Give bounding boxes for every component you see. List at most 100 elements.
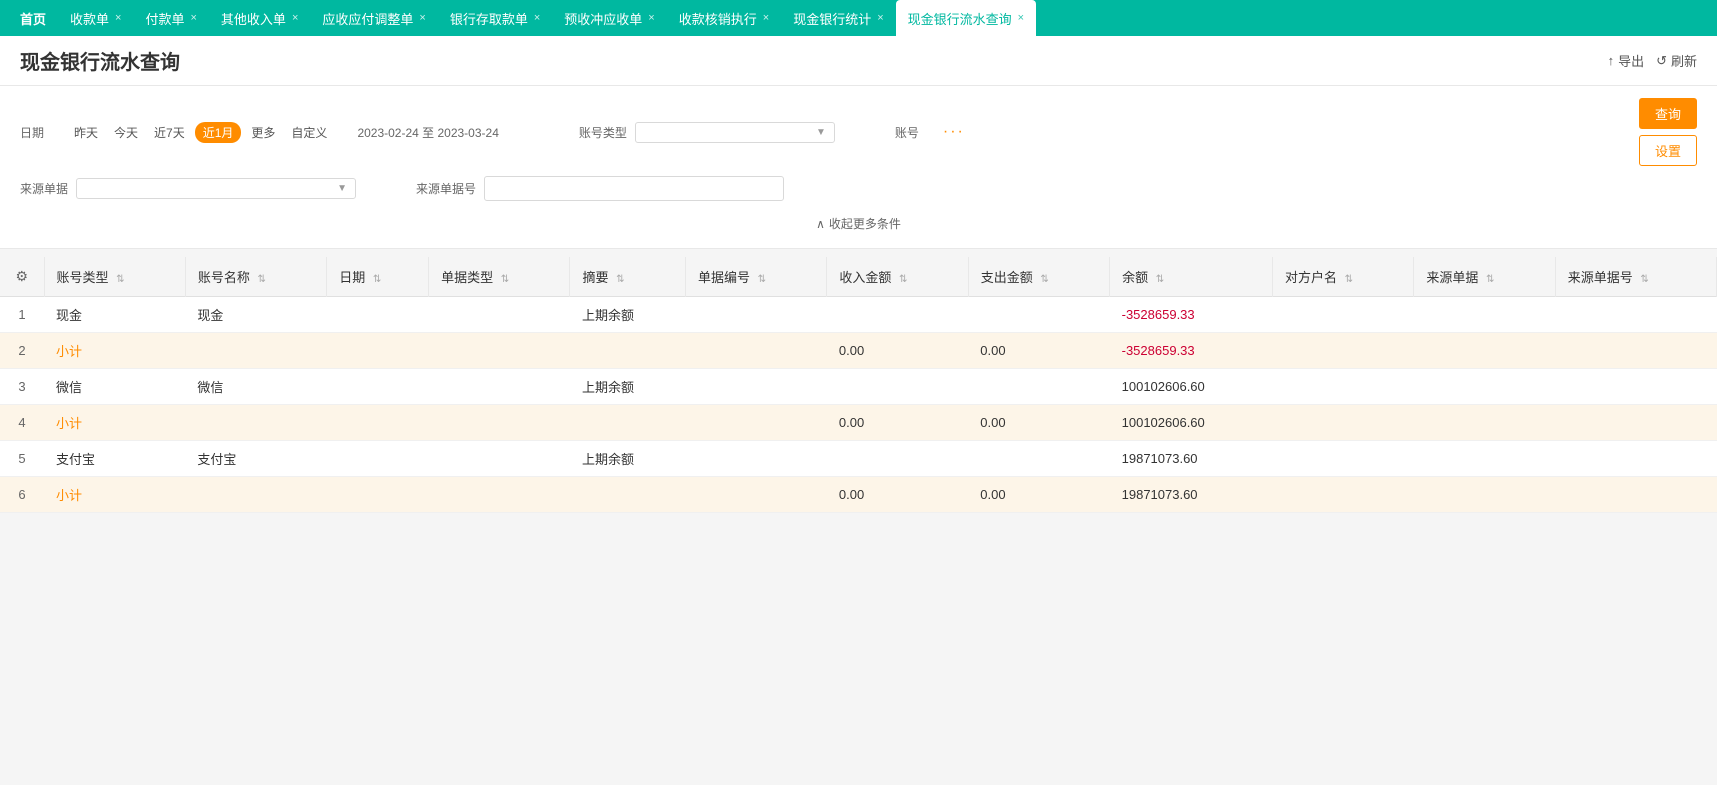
filter-row-1: 日期 昨天 今天 近7天 近1月 更多 自定义 2023-02-24 至 202… xyxy=(20,98,1697,166)
sort-source-doc-no-icon: ⇅ xyxy=(1640,274,1648,285)
page-header: 现金银行流水查询 ↑ 导出 ↺ 刷新 xyxy=(0,36,1717,86)
source-doc-select[interactable]: ▼ xyxy=(76,178,356,199)
cell-index: 4 xyxy=(0,405,44,441)
th-source-doc-no[interactable]: 来源单据号 ⇅ xyxy=(1555,257,1716,297)
account-type-filter: 账号类型 ▼ xyxy=(579,122,835,143)
close-cash-flow-icon[interactable]: × xyxy=(1018,12,1024,24)
refresh-button[interactable]: ↺ 刷新 xyxy=(1656,51,1697,70)
nav-item-writeoff[interactable]: 收款核销执行 × xyxy=(667,0,781,36)
cell-date xyxy=(327,441,429,477)
cell-counterparty xyxy=(1272,477,1413,513)
cell-account_type: 支付宝 xyxy=(44,441,185,477)
date-btn-7days[interactable]: 近7天 xyxy=(148,122,191,143)
th-balance[interactable]: 余额 ⇅ xyxy=(1110,257,1273,297)
th-account-type[interactable]: 账号类型 ⇅ xyxy=(44,257,185,297)
table-row: 6小计0.000.0019871073.60 xyxy=(0,477,1717,513)
th-doc-no[interactable]: 单据编号 ⇅ xyxy=(686,257,827,297)
cell-counterparty xyxy=(1272,297,1413,333)
nav-item-ar-ap-adjust[interactable]: 应收应付调整单 × xyxy=(310,0,437,36)
cell-income xyxy=(827,441,968,477)
date-btn-custom[interactable]: 自定义 xyxy=(285,122,333,143)
source-doc-no-label: 来源单据号 xyxy=(416,180,476,197)
th-expense[interactable]: 支出金额 ⇅ xyxy=(968,257,1109,297)
close-ar-ap-icon[interactable]: × xyxy=(419,12,425,24)
table-body: 1现金现金上期余额-3528659.332小计0.000.00-3528659.… xyxy=(0,297,1717,513)
collapse-label: 收起更多条件 xyxy=(829,215,901,232)
th-account-name[interactable]: 账号名称 ⇅ xyxy=(185,257,326,297)
table-row: 3微信微信上期余额100102606.60 xyxy=(0,369,1717,405)
close-writeoff-icon[interactable]: × xyxy=(763,12,769,24)
date-btn-yesterday[interactable]: 昨天 xyxy=(68,122,104,143)
date-btn-more[interactable]: 更多 xyxy=(245,122,281,143)
account-filter: 账号 ··· xyxy=(895,123,965,141)
cell-summary xyxy=(570,333,686,369)
cell-date xyxy=(327,477,429,513)
query-button[interactable]: 查询 xyxy=(1639,98,1697,129)
cell-expense xyxy=(968,297,1109,333)
nav-item-bank-deposit[interactable]: 银行存取款单 × xyxy=(438,0,552,36)
date-range-display: 2023-02-24 至 2023-03-24 xyxy=(353,124,498,141)
cell-income: 0.00 xyxy=(827,477,968,513)
cell-income: 0.00 xyxy=(827,405,968,441)
export-button[interactable]: ↑ 导出 xyxy=(1608,51,1645,70)
nav-item-payment[interactable]: 付款单 × xyxy=(133,0,208,36)
cell-expense: 0.00 xyxy=(968,405,1109,441)
collapse-bar[interactable]: ∧ 收起更多条件 xyxy=(20,211,1697,236)
sort-counterparty-icon: ⇅ xyxy=(1345,274,1353,285)
nav-item-receipt[interactable]: 收款单 × xyxy=(58,0,133,36)
close-other-income-icon[interactable]: × xyxy=(292,12,298,24)
cell-expense xyxy=(968,441,1109,477)
action-buttons: 查询 设置 xyxy=(1639,98,1697,166)
cell-income: 0.00 xyxy=(827,333,968,369)
cell-doc_no xyxy=(686,297,827,333)
th-income[interactable]: 收入金额 ⇅ xyxy=(827,257,968,297)
sort-account-name-icon: ⇅ xyxy=(258,274,266,285)
close-cash-stats-icon[interactable]: × xyxy=(877,12,883,24)
cell-source_doc_no xyxy=(1555,297,1716,333)
cell-income xyxy=(827,297,968,333)
cell-balance: 100102606.60 xyxy=(1110,405,1273,441)
th-doc-type[interactable]: 单据类型 ⇅ xyxy=(429,257,570,297)
settings-button[interactable]: 设置 xyxy=(1639,135,1697,166)
th-date[interactable]: 日期 ⇅ xyxy=(327,257,429,297)
account-type-select[interactable]: ▼ xyxy=(635,122,835,143)
account-type-label: 账号类型 xyxy=(579,124,627,141)
source-doc-label: 来源单据 xyxy=(20,180,68,197)
account-dots-button[interactable]: ··· xyxy=(943,123,965,141)
date-btn-1month[interactable]: 近1月 xyxy=(195,122,242,143)
cell-account_name xyxy=(185,477,326,513)
sort-expense-icon: ⇅ xyxy=(1040,274,1048,285)
date-label: 日期 xyxy=(20,124,60,141)
cell-balance: 19871073.60 xyxy=(1110,441,1273,477)
cell-expense xyxy=(968,369,1109,405)
cell-doc_no xyxy=(686,333,827,369)
cell-source_doc xyxy=(1414,477,1555,513)
date-btn-today[interactable]: 今天 xyxy=(108,122,144,143)
nav-item-cash-stats[interactable]: 现金银行统计 × xyxy=(781,0,895,36)
th-source-doc[interactable]: 来源单据 ⇅ xyxy=(1414,257,1555,297)
nav-item-home[interactable]: 首页 xyxy=(8,0,58,36)
nav-item-other-income[interactable]: 其他收入单 × xyxy=(209,0,310,36)
th-summary[interactable]: 摘要 ⇅ xyxy=(570,257,686,297)
sort-summary-icon: ⇅ xyxy=(616,274,624,285)
cell-account_type: 小计 xyxy=(44,333,185,369)
cell-source_doc xyxy=(1414,405,1555,441)
cell-index: 1 xyxy=(0,297,44,333)
account-label: 账号 xyxy=(895,124,935,141)
source-doc-no-input[interactable] xyxy=(484,176,784,201)
cell-date xyxy=(327,333,429,369)
nav-item-prepaid[interactable]: 预收冲应收单 × xyxy=(552,0,666,36)
table-settings-icon[interactable]: ⚙ xyxy=(15,268,28,284)
table-row: 2小计0.000.00-3528659.33 xyxy=(0,333,1717,369)
cell-index: 6 xyxy=(0,477,44,513)
nav-item-cash-flow[interactable]: 现金银行流水查询 × xyxy=(896,0,1036,36)
cell-summary xyxy=(570,477,686,513)
cell-expense: 0.00 xyxy=(968,333,1109,369)
close-prepaid-icon[interactable]: × xyxy=(648,12,654,24)
th-counterparty[interactable]: 对方户名 ⇅ xyxy=(1272,257,1413,297)
close-payment-icon[interactable]: × xyxy=(190,12,196,24)
cell-account_name: 支付宝 xyxy=(185,441,326,477)
th-settings[interactable]: ⚙ xyxy=(0,257,44,297)
close-receipt-icon[interactable]: × xyxy=(115,12,121,24)
close-bank-deposit-icon[interactable]: × xyxy=(534,12,540,24)
